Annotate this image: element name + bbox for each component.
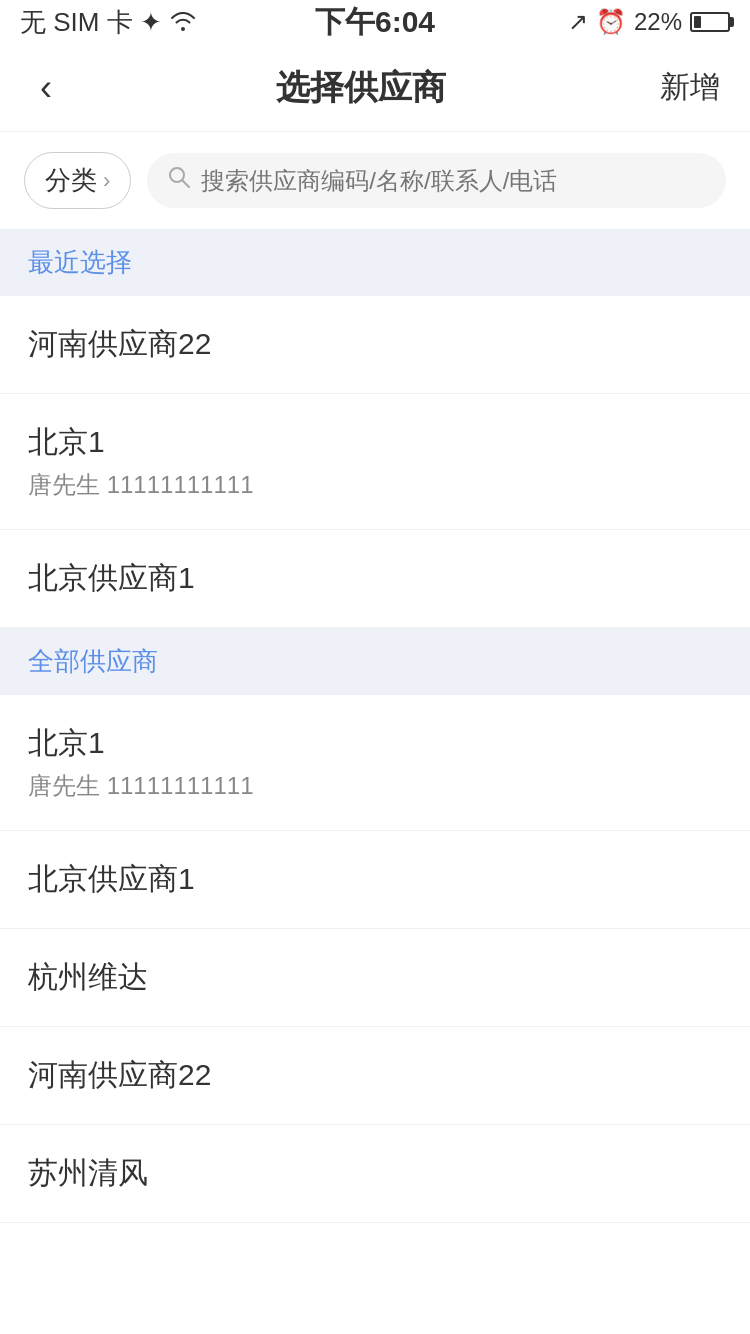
recent-section-label: 最近选择: [28, 247, 132, 277]
search-input-wrap: [147, 153, 726, 208]
item-sub: 唐先生 11111111111: [28, 770, 722, 802]
all-items-list: 北京1 唐先生 11111111111 北京供应商1 杭州维达河南供应商22 苏州清风: [0, 695, 750, 1223]
list-item[interactable]: 河南供应商22: [0, 1027, 750, 1125]
alarm-icon: ⏰: [596, 8, 626, 36]
item-name: 苏州清风: [28, 1153, 722, 1194]
list-item[interactable]: 北京1 唐先生 11111111111: [0, 394, 750, 530]
item-name: 北京供应商1: [28, 859, 722, 900]
list-item[interactable]: 北京供应商1: [0, 831, 750, 929]
item-name: 杭州维达: [28, 957, 722, 998]
wifi-icon: [170, 7, 196, 38]
no-sim-text: 无 SIM 卡 ✦: [20, 5, 162, 40]
status-time: 下午6:04: [315, 2, 435, 43]
all-section-header: 全部供应商: [0, 628, 750, 695]
item-sub: 唐先生 11111111111: [28, 469, 722, 501]
category-button[interactable]: 分类 ›: [24, 152, 131, 209]
chevron-right-icon: ›: [103, 168, 110, 194]
nav-bar: ‹ 选择供应商 新增: [0, 44, 750, 132]
status-bar: 无 SIM 卡 ✦ 下午6:04 ↗ ⏰ 22%: [0, 0, 750, 44]
item-name: 北京1: [28, 422, 722, 463]
list-item[interactable]: 杭州维达: [0, 929, 750, 1027]
battery-icon: [690, 12, 730, 32]
status-right: ↗ ⏰ 22%: [568, 8, 730, 36]
back-button[interactable]: ‹: [30, 57, 62, 119]
recent-items-list: 河南供应商22 北京1 唐先生 11111111111 北京供应商1: [0, 296, 750, 628]
list-item[interactable]: 苏州清风: [0, 1125, 750, 1223]
item-name: 北京1: [28, 723, 722, 764]
list-item[interactable]: 北京1 唐先生 11111111111: [0, 695, 750, 831]
recent-section-header: 最近选择: [0, 229, 750, 296]
search-input[interactable]: [201, 167, 706, 195]
list-item[interactable]: 北京供应商1: [0, 530, 750, 628]
add-new-button[interactable]: 新增: [660, 67, 720, 108]
all-section-label: 全部供应商: [28, 646, 158, 676]
svg-line-1: [183, 181, 190, 188]
item-name: 北京供应商1: [28, 558, 722, 599]
search-bar: 分类 ›: [0, 132, 750, 229]
status-left: 无 SIM 卡 ✦: [20, 5, 196, 40]
list-item[interactable]: 河南供应商22: [0, 296, 750, 394]
battery-pct: 22%: [634, 8, 682, 36]
item-name: 河南供应商22: [28, 324, 722, 365]
page-title: 选择供应商: [276, 65, 446, 111]
search-icon: [167, 165, 191, 196]
location-icon: ↗: [568, 8, 588, 36]
category-label: 分类: [45, 163, 97, 198]
item-name: 河南供应商22: [28, 1055, 722, 1096]
